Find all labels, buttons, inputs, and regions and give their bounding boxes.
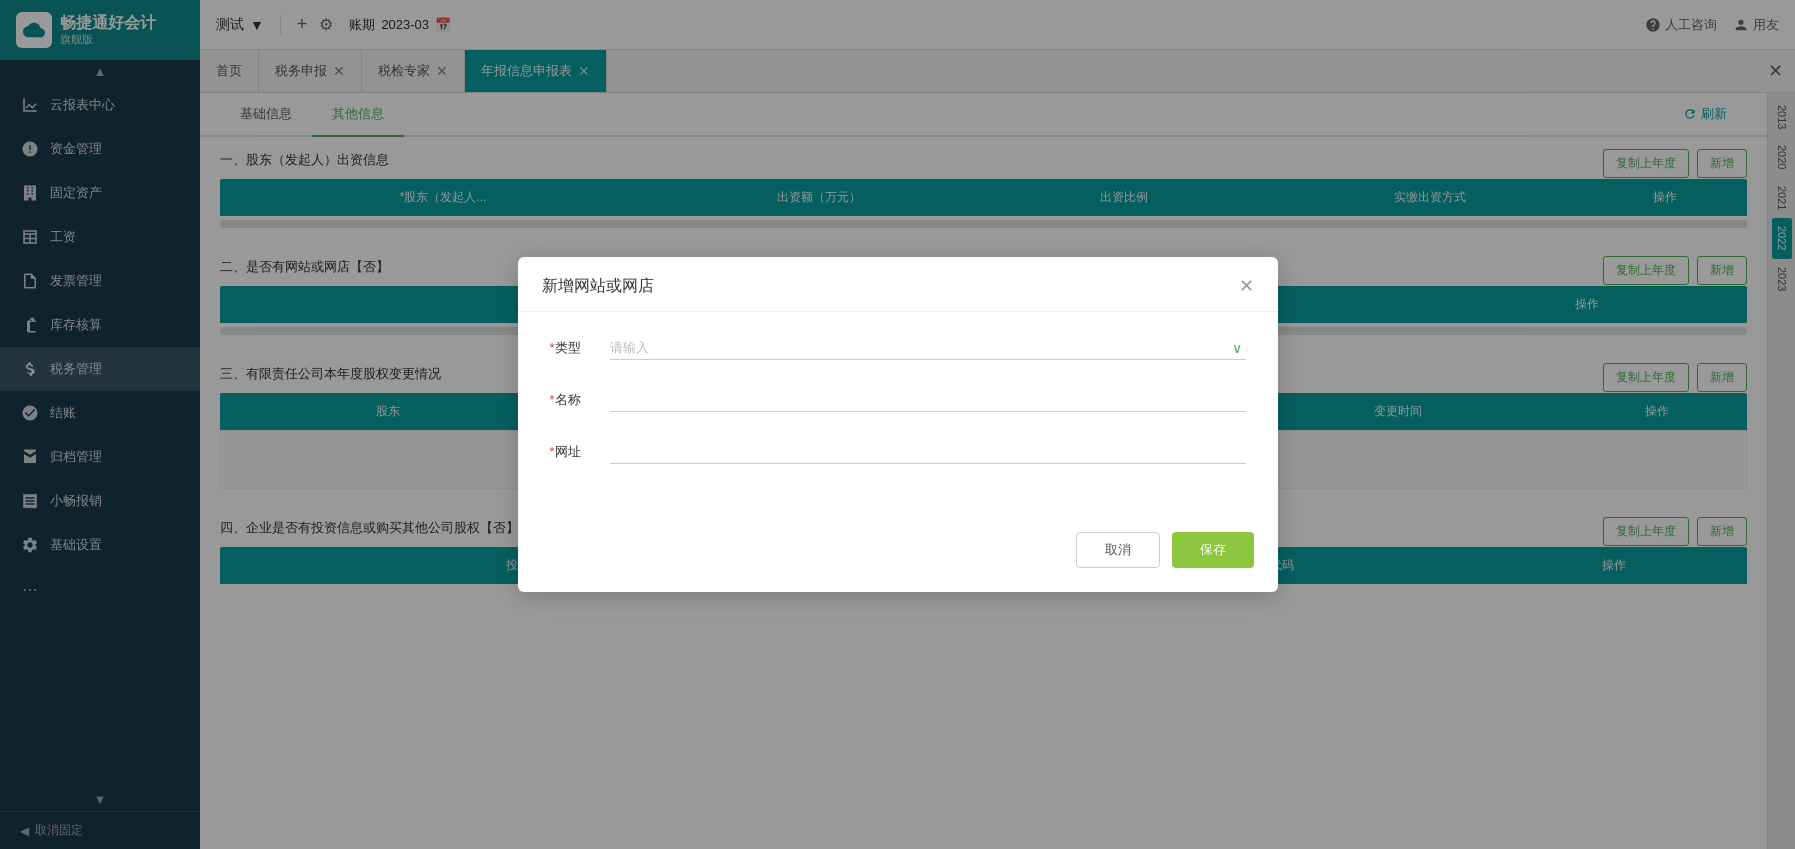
dialog-close-btn[interactable]: ✕ <box>1239 275 1254 297</box>
form-label-url: *网址 <box>550 443 610 461</box>
cancel-button[interactable]: 取消 <box>1076 532 1160 568</box>
form-input-wrapper-url <box>610 440 1246 464</box>
form-input-wrapper-name <box>610 388 1246 412</box>
required-star: * <box>550 444 555 459</box>
form-field-type: *类型 ∨ <box>550 336 1246 360</box>
dialog-body: *类型 ∨ *名称 *网址 <box>518 312 1278 516</box>
save-button[interactable]: 保存 <box>1172 532 1254 568</box>
dropdown-arrow-icon[interactable]: ∨ <box>1232 340 1242 356</box>
dialog-overlay: 新增网站或网店 ✕ *类型 ∨ *名称 <box>0 0 1795 849</box>
form-field-url: *网址 <box>550 440 1246 464</box>
dialog-header: 新增网站或网店 ✕ <box>518 257 1278 312</box>
form-label-type: *类型 <box>550 339 610 357</box>
dialog-footer: 取消 保存 <box>518 516 1278 592</box>
type-input[interactable] <box>610 336 1246 359</box>
name-input[interactable] <box>610 388 1246 411</box>
dialog-add-website: 新增网站或网店 ✕ *类型 ∨ *名称 <box>518 257 1278 592</box>
required-star: * <box>550 340 555 355</box>
form-label-name: *名称 <box>550 391 610 409</box>
form-field-name: *名称 <box>550 388 1246 412</box>
required-star: * <box>550 392 555 407</box>
form-input-wrapper-type: ∨ <box>610 336 1246 360</box>
url-input[interactable] <box>610 440 1246 463</box>
dialog-title: 新增网站或网店 <box>542 276 654 297</box>
